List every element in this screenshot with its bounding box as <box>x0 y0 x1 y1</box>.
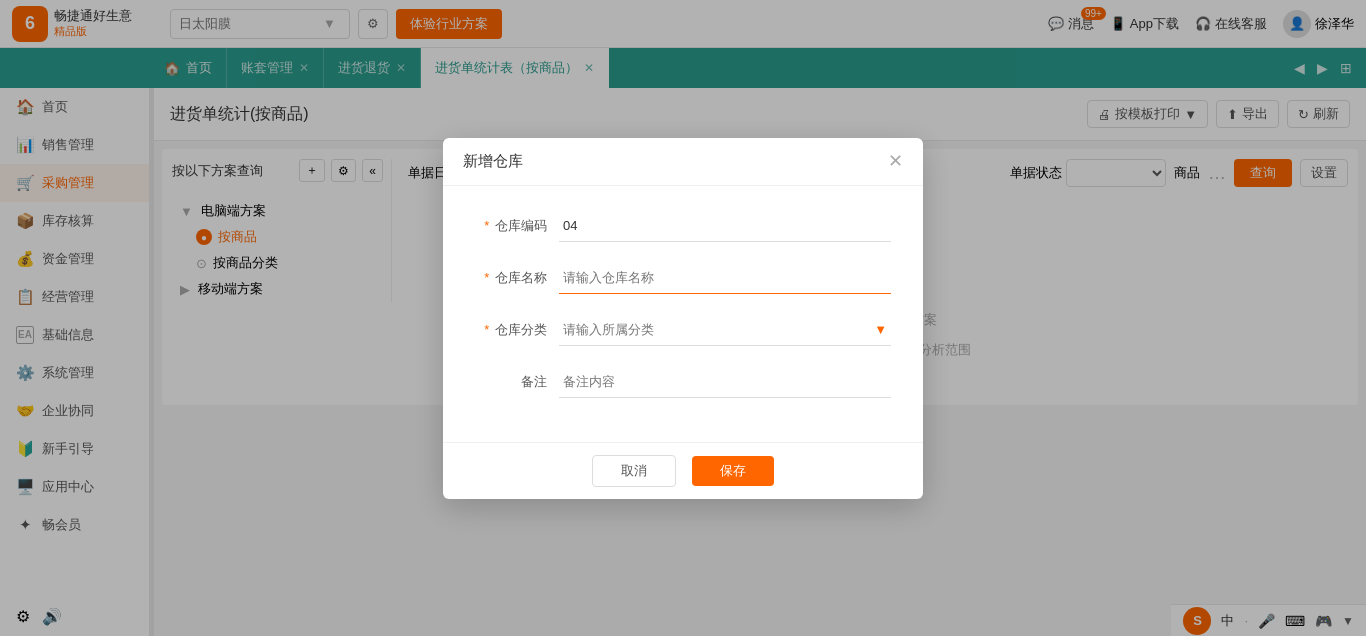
form-row-code: * 仓库编码 <box>475 210 891 242</box>
name-input[interactable] <box>559 262 891 294</box>
form-row-name: * 仓库名称 <box>475 262 891 294</box>
modal-header: 新增仓库 ✕ <box>443 138 923 186</box>
new-warehouse-modal: 新增仓库 ✕ * 仓库编码 * 仓库名称 <box>443 138 923 499</box>
note-input[interactable] <box>559 366 891 398</box>
modal-overlay[interactable]: 新增仓库 ✕ * 仓库编码 * 仓库名称 <box>0 0 1366 636</box>
save-button[interactable]: 保存 <box>692 456 774 486</box>
form-row-category: * 仓库分类 ▼ <box>475 314 891 346</box>
cancel-button[interactable]: 取消 <box>592 455 676 487</box>
modal-body: * 仓库编码 * 仓库名称 * 仓库分类 <box>443 186 923 442</box>
name-label: * 仓库名称 <box>475 269 547 287</box>
note-label: 备注 <box>475 373 547 391</box>
code-input[interactable] <box>559 210 891 242</box>
category-select-wrapper: ▼ <box>559 314 891 346</box>
category-input[interactable] <box>559 314 891 346</box>
code-label: * 仓库编码 <box>475 217 547 235</box>
modal-footer: 取消 保存 <box>443 442 923 499</box>
modal-close-button[interactable]: ✕ <box>888 152 903 170</box>
form-row-note: 备注 <box>475 366 891 398</box>
category-label: * 仓库分类 <box>475 321 547 339</box>
modal-title: 新增仓库 <box>463 152 523 171</box>
